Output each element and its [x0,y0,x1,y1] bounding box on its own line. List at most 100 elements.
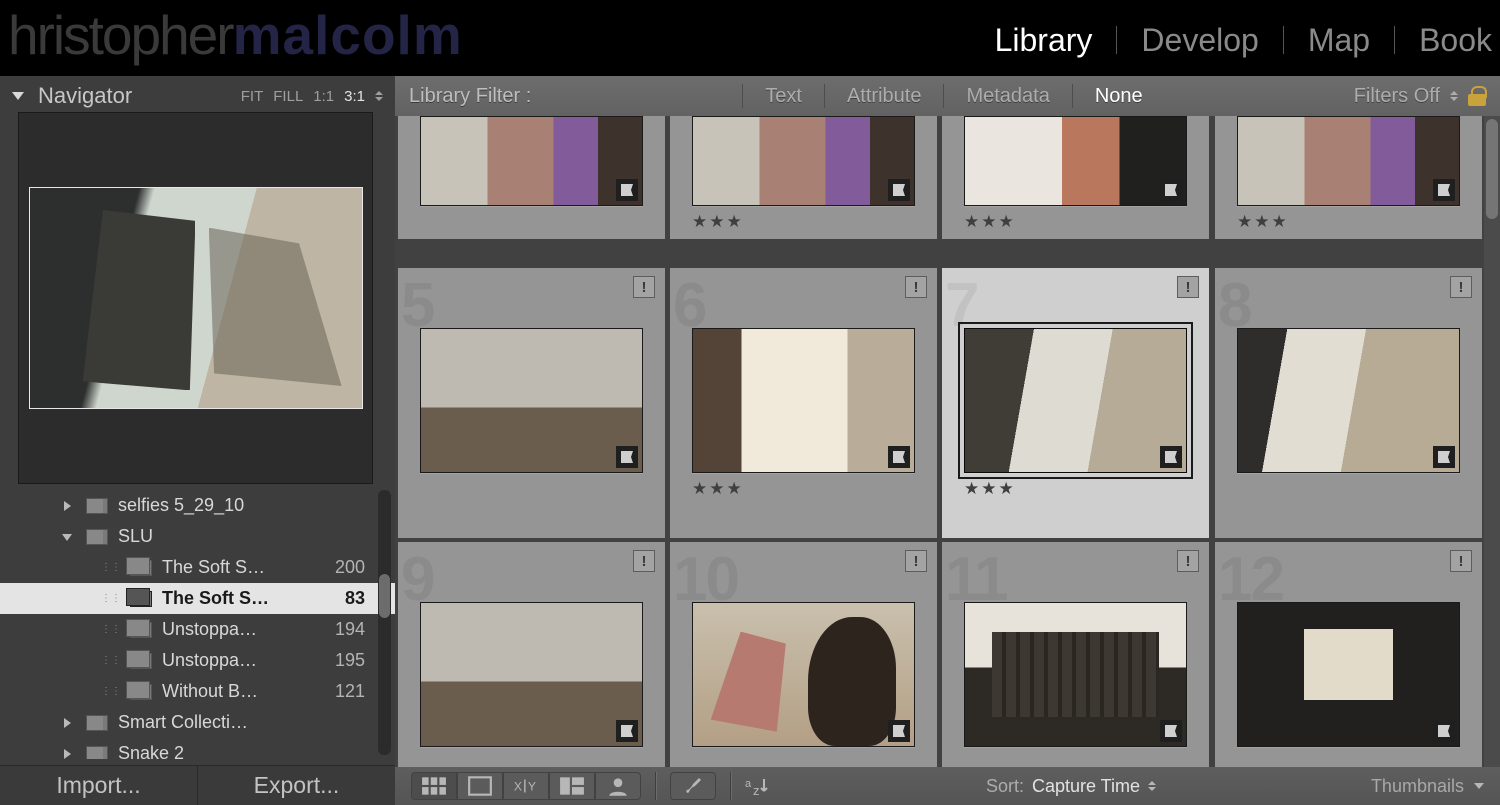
metadata-alert-icon[interactable]: ! [905,276,927,298]
zoom-fit[interactable]: FIT [241,88,264,105]
filters-preset-menu[interactable] [1450,91,1458,101]
thumbnail[interactable] [1237,328,1460,473]
zoom-3-1[interactable]: 3:1 [344,88,365,105]
collection-row[interactable]: Snake 2 [0,738,395,759]
collection-row[interactable]: ⋮⋮Without B…121 [0,676,395,707]
module-map[interactable]: Map [1308,22,1370,59]
grid-cell[interactable]: 12! [1215,542,1482,767]
rating-stars[interactable]: ★★★ [692,479,742,499]
zoom-fill[interactable]: FILL [273,88,303,105]
thumbnail[interactable] [1237,116,1460,206]
collection-row[interactable]: ⋮⋮The Soft S…200 [0,552,395,583]
rating-stars[interactable]: ★★★ [1237,212,1287,232]
thumbnail[interactable] [420,116,643,206]
rating-stars[interactable]: ★★★ [964,479,1014,499]
has-keywords-badge-icon[interactable] [888,720,910,742]
sort-control[interactable]: Sort: Capture Time [986,776,1156,797]
zoom-stepper[interactable] [375,91,383,101]
thumbnail[interactable] [692,328,915,473]
navigator-preview[interactable] [18,112,373,484]
filter-text[interactable]: Text [765,85,802,108]
has-keywords-badge-icon[interactable] [1160,179,1182,201]
grid-cell[interactable]: ★★★ [670,116,937,239]
metadata-alert-icon[interactable]: ! [1450,276,1472,298]
module-book[interactable]: Book [1419,22,1492,59]
painter-tool-button[interactable] [670,772,716,800]
survey-view-button[interactable] [549,772,595,800]
grid-cell[interactable]: ★★★ [942,116,1209,239]
grid-cell[interactable] [398,116,665,239]
scrollbar[interactable] [1484,116,1500,767]
left-panel: Navigator FIT FILL 1:1 3:1 selfies 5_29_… [0,76,395,805]
thumbnail[interactable] [1237,602,1460,747]
collection-row[interactable]: Smart Collecti… [0,707,395,738]
collection-row[interactable]: ⋮⋮Unstoppa…194 [0,614,395,645]
rating-stars[interactable]: ★★★ [692,212,742,232]
metadata-alert-icon[interactable]: ! [1177,550,1199,572]
thumbnail[interactable] [964,328,1187,473]
sort-value[interactable]: Capture Time [1032,776,1140,797]
import-button[interactable]: Import... [0,765,197,805]
collection-row[interactable]: selfies 5_29_10 [0,490,395,521]
grid-cell[interactable]: 6!★★★ [670,268,937,538]
has-keywords-badge-icon[interactable] [888,446,910,468]
rating-stars[interactable]: ★★★ [964,212,1014,232]
has-keywords-badge-icon[interactable] [1160,446,1182,468]
disclosure-right-icon[interactable] [58,718,76,728]
navigator-header[interactable]: Navigator FIT FILL 1:1 3:1 [0,76,395,116]
metadata-alert-icon[interactable]: ! [905,550,927,572]
has-keywords-badge-icon[interactable] [1160,720,1182,742]
collection-row[interactable]: SLU [0,521,395,552]
has-keywords-badge-icon[interactable] [1433,179,1455,201]
filter-none[interactable]: None [1095,85,1143,108]
chevron-down-icon[interactable] [1474,783,1484,789]
has-keywords-badge-icon[interactable] [888,179,910,201]
thumbnail[interactable] [964,116,1187,206]
people-view-button[interactable] [595,772,641,800]
thumbnail[interactable] [420,602,643,747]
thumbnail[interactable] [420,328,643,473]
collection-row[interactable]: ⋮⋮Unstoppa…195 [0,645,395,676]
grid-cell[interactable]: 5! [398,268,665,538]
has-keywords-badge-icon[interactable] [1433,720,1455,742]
disclosure-down-icon[interactable] [12,92,24,100]
metadata-alert-icon[interactable]: ! [1177,276,1199,298]
disclosure-right-icon[interactable] [58,749,76,759]
loupe-view-button[interactable] [457,772,503,800]
metadata-alert-icon[interactable]: ! [633,276,655,298]
filter-lock-icon[interactable] [1468,86,1486,106]
export-button[interactable]: Export... [197,765,395,805]
has-keywords-badge-icon[interactable] [616,179,638,201]
grid-cell[interactable]: 8! [1215,268,1482,538]
has-keywords-badge-icon[interactable] [616,446,638,468]
filters-toggle[interactable]: Filters Off [1354,85,1440,108]
filter-metadata[interactable]: Metadata [966,85,1049,108]
metadata-alert-icon[interactable]: ! [633,550,655,572]
module-library[interactable]: Library [995,22,1093,59]
thumbnail[interactable] [964,602,1187,747]
scrollbar[interactable] [378,490,391,755]
metadata-alert-icon[interactable]: ! [1450,550,1472,572]
grid-cell[interactable]: 9! [398,542,665,767]
grid-cell[interactable]: 10! [670,542,937,767]
zoom-1-1[interactable]: 1:1 [313,88,334,105]
sort-menu-icon[interactable] [1148,781,1156,791]
grid-cell[interactable]: 11! [942,542,1209,767]
module-develop[interactable]: Develop [1141,22,1258,59]
has-keywords-badge-icon[interactable] [1433,446,1455,468]
disclosure-down-icon[interactable] [58,533,76,541]
compare-view-button[interactable]: XY [503,772,549,800]
grid-cell[interactable]: ★★★ [1215,116,1482,239]
collection-count: 194 [335,619,365,640]
disclosure-right-icon[interactable] [58,501,76,511]
thumbnail[interactable] [692,602,915,747]
scrollbar-thumb[interactable] [379,574,390,618]
grid-cell[interactable]: 7!★★★ [942,268,1209,538]
sort-direction-button[interactable]: az [745,772,771,800]
collection-icon [130,591,152,607]
has-keywords-badge-icon[interactable] [616,720,638,742]
collection-row[interactable]: ⋮⋮The Soft S…83 [0,583,395,614]
grid-view-button[interactable] [411,772,457,800]
filter-attribute[interactable]: Attribute [847,85,921,108]
thumbnail[interactable] [692,116,915,206]
